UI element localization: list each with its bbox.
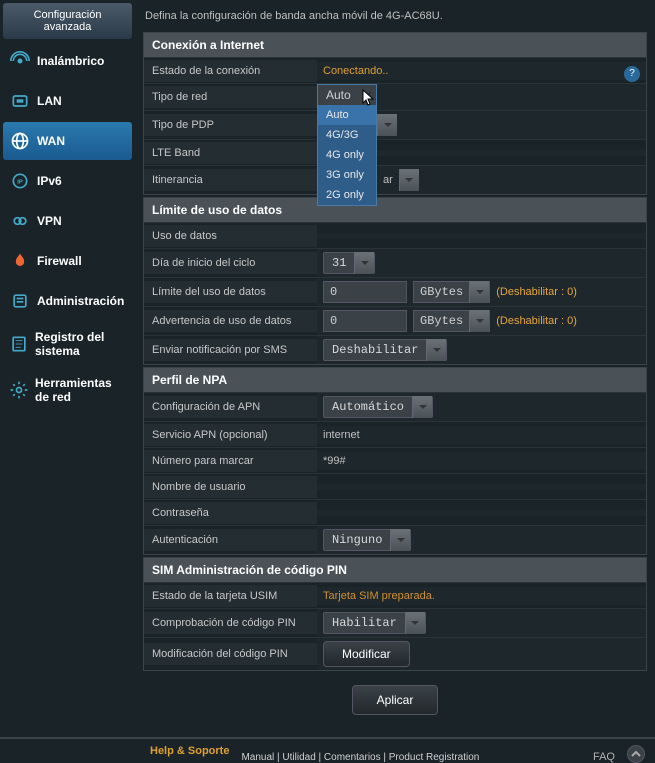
section-header: Conexión a Internet bbox=[144, 33, 646, 57]
value-dial-number: *99# bbox=[323, 455, 346, 467]
roaming-select-btn[interactable] bbox=[399, 169, 419, 191]
chevron-down-icon bbox=[426, 339, 446, 361]
label-apn-config: Configuración de APN bbox=[144, 396, 317, 418]
label-cycle-day: Día de inicio del ciclo bbox=[144, 252, 317, 274]
apn-config-select[interactable]: Automático bbox=[323, 396, 433, 418]
pdp-select-btn[interactable] bbox=[377, 114, 397, 136]
sidebar-item-label: Herramientas de red bbox=[35, 376, 126, 404]
lan-icon bbox=[9, 90, 31, 112]
sidebar-item-lan[interactable]: LAN bbox=[3, 82, 132, 120]
label-data-limit: Límite del uso de datos bbox=[144, 281, 317, 303]
page-tagline: Defina la configuración de banda ancha m… bbox=[143, 4, 647, 32]
section-header: SIM Administración de código PIN bbox=[144, 558, 646, 582]
label-pin-check: Comprobación de código PIN bbox=[144, 612, 317, 634]
chevron-down-icon bbox=[469, 281, 489, 303]
footer-faq[interactable]: FAQ bbox=[593, 751, 615, 763]
sidebar-item-label: VPN bbox=[37, 214, 62, 228]
label-data-usage: Uso de datos bbox=[144, 225, 317, 247]
label-roaming: Itinerancia bbox=[144, 169, 317, 191]
label-password: Contraseña bbox=[144, 502, 317, 524]
label-net-type: Tipo de red bbox=[144, 86, 317, 108]
roaming-suffix: ar bbox=[383, 174, 393, 186]
sidebar-item-label: IPv6 bbox=[37, 174, 62, 188]
footer-links[interactable]: Manual | Utilidad | Comentarios | Produc… bbox=[241, 752, 479, 763]
label-sms-notify: Enviar notificación por SMS bbox=[144, 339, 317, 361]
firewall-icon bbox=[9, 250, 31, 272]
ipv6-icon: IP bbox=[9, 170, 31, 192]
gear-icon bbox=[9, 379, 29, 401]
label-usim-status: Estado de la tarjeta USIM bbox=[144, 585, 317, 607]
dropdown-option[interactable]: 4G/3G bbox=[318, 125, 376, 145]
footer-help[interactable]: Help & Soporte bbox=[150, 745, 229, 757]
data-warn-input[interactable] bbox=[323, 310, 407, 332]
modify-pin-button[interactable]: Modificar bbox=[323, 641, 410, 667]
sms-notify-select[interactable]: Deshabilitar bbox=[323, 339, 447, 361]
mouse-cursor-icon bbox=[362, 89, 376, 110]
apply-button[interactable]: Aplicar bbox=[352, 685, 439, 715]
chevron-down-icon bbox=[405, 612, 425, 634]
net-type-selected: Auto bbox=[326, 88, 351, 102]
label-pin-modify: Modificación del código PIN bbox=[144, 643, 317, 665]
help-icon[interactable]: ? bbox=[624, 66, 640, 82]
section-npa: Perfil de NPA Configuración de APN Autom… bbox=[143, 367, 647, 555]
data-limit-hint: (Deshabilitar : 0) bbox=[496, 286, 577, 298]
dropdown-option[interactable]: 4G only bbox=[318, 145, 376, 165]
svg-text:IP: IP bbox=[17, 180, 23, 186]
sidebar-item-label: Registro del sistema bbox=[35, 330, 126, 358]
label-username: Nombre de usuario bbox=[144, 476, 317, 498]
section-sim-pin: SIM Administración de código PIN Estado … bbox=[143, 557, 647, 671]
sidebar-item-label: Firewall bbox=[37, 254, 82, 268]
admin-icon bbox=[9, 290, 31, 312]
scroll-top-icon[interactable] bbox=[627, 745, 645, 763]
chevron-down-icon bbox=[354, 252, 374, 274]
chevron-down-icon bbox=[469, 310, 489, 332]
sidebar-item-syslog[interactable]: Registro del sistema bbox=[3, 322, 132, 366]
footer: Help & Soporte Manual | Utilidad | Comen… bbox=[0, 737, 655, 763]
sidebar-item-vpn[interactable]: VPN bbox=[3, 202, 132, 240]
section-header: Límite de uso de datos bbox=[144, 198, 646, 222]
label-apn-service: Servicio APN (opcional) bbox=[144, 424, 317, 446]
data-warn-unit[interactable]: GBytes bbox=[413, 310, 490, 332]
globe-icon bbox=[9, 130, 31, 152]
data-warn-hint: (Deshabilitar : 0) bbox=[496, 315, 577, 327]
label-conn-status: Estado de la conexión bbox=[144, 60, 317, 82]
chevron-down-icon bbox=[390, 529, 410, 551]
sidebar-item-wireless[interactable]: Inalámbrico bbox=[3, 42, 132, 80]
sidebar-header: Configuración avanzada bbox=[3, 3, 132, 39]
sidebar-item-wan[interactable]: WAN bbox=[3, 122, 132, 160]
section-connection: Conexión a Internet Estado de la conexió… bbox=[143, 32, 647, 195]
sidebar: Configuración avanzada Inalámbrico LAN W… bbox=[0, 0, 135, 729]
dropdown-option[interactable]: 3G only bbox=[318, 165, 376, 185]
value-conn-status: Conectando.. bbox=[323, 65, 388, 77]
sidebar-item-label: WAN bbox=[37, 134, 65, 148]
data-limit-unit[interactable]: GBytes bbox=[413, 281, 490, 303]
sidebar-item-admin[interactable]: Administración bbox=[3, 282, 132, 320]
sidebar-item-firewall[interactable]: Firewall bbox=[3, 242, 132, 280]
label-dial-number: Número para marcar bbox=[144, 450, 317, 472]
value-usim-status: Tarjeta SIM preparada. bbox=[323, 590, 435, 602]
vpn-icon bbox=[9, 210, 31, 232]
chevron-down-icon bbox=[412, 396, 432, 418]
auth-select[interactable]: Ninguno bbox=[323, 529, 411, 551]
label-lte-band: LTE Band bbox=[144, 142, 317, 164]
dropdown-option[interactable]: 2G only bbox=[318, 185, 376, 205]
label-data-warn: Advertencia de uso de datos bbox=[144, 310, 317, 332]
sidebar-item-ipv6[interactable]: IP IPv6 bbox=[3, 162, 132, 200]
sidebar-item-label: Inalámbrico bbox=[37, 54, 104, 68]
wireless-icon bbox=[9, 50, 31, 72]
section-header: Perfil de NPA bbox=[144, 368, 646, 392]
label-pdp-type: Tipo de PDP bbox=[144, 114, 317, 136]
value-apn-service: internet bbox=[323, 429, 360, 441]
sidebar-item-label: Administración bbox=[37, 294, 124, 308]
section-data-limit: Límite de uso de datos Uso de datos Día … bbox=[143, 197, 647, 365]
main-content: Defina la configuración de banda ancha m… bbox=[135, 0, 655, 729]
sidebar-item-nettools[interactable]: Herramientas de red bbox=[3, 368, 132, 412]
sidebar-item-label: LAN bbox=[37, 94, 62, 108]
data-limit-input[interactable] bbox=[323, 281, 407, 303]
log-icon bbox=[9, 333, 29, 355]
label-auth: Autenticación bbox=[144, 529, 317, 551]
pin-check-select[interactable]: Habilitar bbox=[323, 612, 426, 634]
cycle-day-select[interactable]: 31 bbox=[323, 252, 375, 274]
